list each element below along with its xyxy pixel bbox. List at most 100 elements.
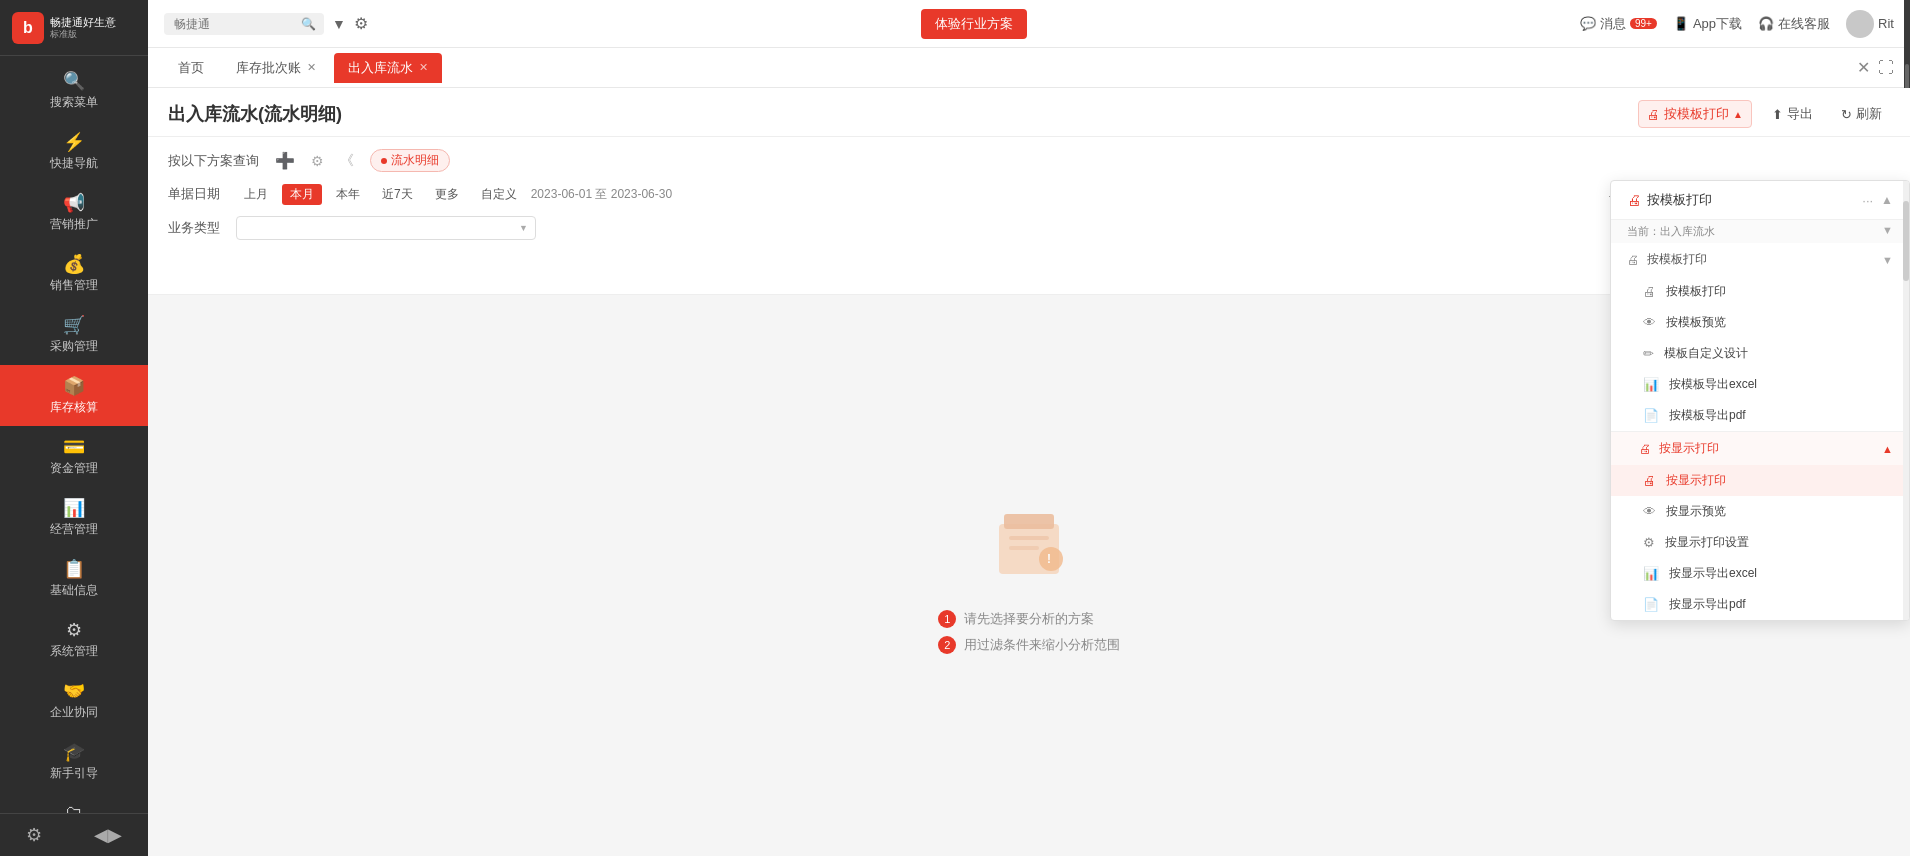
empty-illustration: ! [979, 494, 1079, 594]
template-print-item[interactable]: 🖨 按模板打印 [1611, 276, 1909, 307]
export-btn[interactable]: ⬆ 导出 [1764, 101, 1821, 127]
trial-btn[interactable]: 体验行业方案 [921, 9, 1027, 39]
settings-gear-icon[interactable]: ⚙ [26, 824, 42, 846]
filter-main-label: 按以下方案查询 [168, 152, 259, 170]
display-print-item[interactable]: 🖨 按显示打印 [1611, 465, 1909, 496]
filter-add-btn[interactable]: ➕ [275, 151, 295, 170]
tab-flow-close[interactable]: ✕ [419, 61, 428, 74]
business-type-select-wrap [236, 216, 536, 240]
window-maximize-icon[interactable]: ⛶ [1878, 59, 1894, 77]
topbar-search-input[interactable] [164, 13, 324, 35]
sidebar-item-system[interactable]: ⚙ 系统管理 [0, 609, 148, 670]
page-title: 出入库流水(流水明细) [168, 102, 342, 126]
template-print-section: 🖨 按模板打印 ▼ 🖨 按模板打印 👁 按模板预览 ✏ [1611, 243, 1909, 432]
topbar: 🔍 ▼ ⚙ 体验行业方案 💬 消息 99+ 📱 App下载 🎧 在线客服 [148, 0, 1910, 48]
app-download-label: App下载 [1693, 15, 1742, 33]
topbar-settings-icon[interactable]: ⚙ [354, 14, 368, 33]
sidebar-item-inventory[interactable]: 📦 库存核算 [0, 365, 148, 426]
sidebar-item-finance[interactable]: 💳 资金管理 [0, 426, 148, 487]
display-export-excel-item[interactable]: 📊 按显示导出excel [1611, 558, 1909, 589]
refresh-label: 刷新 [1856, 105, 1882, 123]
panel-header-actions: ··· ▲ [1862, 193, 1893, 208]
date-btn-last-month[interactable]: 上月 [236, 184, 276, 205]
refresh-btn[interactable]: ↻ 刷新 [1833, 101, 1890, 127]
business-type-select[interactable] [236, 216, 536, 240]
sidebar-item-appstore[interactable]: 🗂 应用中心 [0, 792, 148, 813]
panel-current-label: 当前：出入库流水 ▼ [1611, 220, 1909, 243]
sidebar-bottom: ⚙ ◀▶ [0, 813, 148, 856]
date-btn-this-month[interactable]: 本月 [282, 184, 322, 205]
empty-step-2: 2 用过滤条件来缩小分析范围 [938, 632, 1120, 658]
display-excel-label: 按显示导出excel [1669, 565, 1757, 582]
page-area: 出入库流水(流水明细) 🖨 按模板打印 ▲ ⬆ 导出 ↻ 刷新 [148, 88, 1910, 856]
template-export-excel-item[interactable]: 📊 按模板导出excel [1611, 369, 1909, 400]
tab-batch-account[interactable]: 库存批次账 ✕ [222, 53, 330, 83]
display-print-settings-item[interactable]: ⚙ 按显示打印设置 [1611, 527, 1909, 558]
template-export-pdf-item[interactable]: 📄 按模板导出pdf [1611, 400, 1909, 431]
display-export-pdf-item[interactable]: 📄 按显示导出pdf [1611, 589, 1909, 620]
display-section-title: 🖨 按显示打印 [1639, 440, 1719, 457]
sidebar-item-operations[interactable]: 📊 经营管理 [0, 487, 148, 548]
template-customize-item[interactable]: ✏ 模板自定义设计 [1611, 338, 1909, 369]
message-btn[interactable]: 💬 消息 99+ [1580, 15, 1657, 33]
preview-icon: 👁 [1643, 315, 1656, 330]
user-name: Rit [1878, 16, 1894, 31]
chevron-up-icon: ▲ [1733, 109, 1743, 120]
filter-row-1: 按以下方案查询 ➕ ⚙ 《 流水明细 [168, 149, 1890, 172]
collapse-icon[interactable]: ◀▶ [94, 824, 122, 846]
search-wrap: 🔍 [164, 13, 324, 35]
display-preview-item[interactable]: 👁 按显示预览 [1611, 496, 1909, 527]
tab-home[interactable]: 首页 [164, 53, 218, 83]
template-preview-item[interactable]: 👁 按模板预览 [1611, 307, 1909, 338]
display-section-header[interactable]: 🖨 按显示打印 ▲ [1611, 432, 1909, 465]
panel-scrollarea[interactable]: 当前：出入库流水 ▼ 🖨 按模板打印 ▼ 🖨 按模板打印 [1611, 220, 1909, 620]
filter-settings-icon[interactable]: ⚙ [311, 153, 324, 169]
date-btn-custom[interactable]: 自定义 [473, 184, 525, 205]
app-download-btn[interactable]: 📱 App下载 [1673, 15, 1742, 33]
sidebar-item-sales[interactable]: 💰 销售管理 [0, 243, 148, 304]
svg-point-4 [1039, 547, 1063, 571]
search-menu-icon: 🔍 [63, 70, 85, 92]
message-label: 消息 [1600, 15, 1626, 33]
date-label: 单据日期 [168, 185, 220, 203]
panel-more-icon[interactable]: ··· [1862, 193, 1873, 208]
date-btn-7days[interactable]: 近7天 [374, 184, 421, 205]
sidebar-item-basic[interactable]: 📋 基础信息 [0, 548, 148, 609]
current-prefix: 当前： [1627, 225, 1660, 237]
template-customize-label: 模板自定义设计 [1664, 345, 1748, 362]
sidebar-item-enterprise[interactable]: 🤝 企业协同 [0, 670, 148, 731]
tab-batch-close[interactable]: ✕ [307, 61, 316, 74]
app-logo-text: 畅捷通好生意 标准版 [50, 15, 116, 41]
sidebar-item-guide[interactable]: 🎓 新手引导 [0, 731, 148, 792]
template-section-header[interactable]: 🖨 按模板打印 ▼ [1611, 243, 1909, 276]
date-btn-this-year[interactable]: 本年 [328, 184, 368, 205]
step2-num: 2 [938, 636, 956, 654]
window-controls: ✕ ⛶ [1857, 58, 1894, 77]
window-close-icon[interactable]: ✕ [1857, 58, 1870, 77]
sidebar-item-search[interactable]: 🔍 搜索菜单 [0, 60, 148, 121]
sidebar-item-label: 搜索菜单 [50, 94, 98, 111]
online-service-btn[interactable]: 🎧 在线客服 [1758, 15, 1830, 33]
display-settings-label: 按显示打印设置 [1665, 534, 1749, 551]
display-pdf-label: 按显示导出pdf [1669, 596, 1746, 613]
filter-tag-active[interactable]: 流水明细 [370, 149, 450, 172]
user-profile[interactable]: Rit [1846, 10, 1894, 38]
refresh-icon: ↻ [1841, 107, 1852, 122]
date-btn-more[interactable]: 更多 [427, 184, 467, 205]
panel-scrollbar[interactable] [1903, 181, 1909, 620]
sidebar-item-purchase[interactable]: 🛒 采购管理 [0, 304, 148, 365]
filter-collapse-left-icon[interactable]: 《 [340, 152, 354, 170]
panel-collapse-icon[interactable]: ▲ [1881, 193, 1893, 207]
print-template-btn[interactable]: 🖨 按模板打印 ▲ [1638, 100, 1752, 128]
sidebar-item-marketing[interactable]: 📢 营销推广 [0, 182, 148, 243]
template-section-title: 🖨 按模板打印 [1627, 251, 1707, 268]
tab-in-out-flow[interactable]: 出入库流水 ✕ [334, 53, 442, 83]
topbar-dropdown-arrow[interactable]: ▼ [332, 16, 346, 32]
print-doc-icon: 🖨 [1643, 284, 1656, 299]
tab-flow-label: 出入库流水 [348, 59, 413, 77]
display-preview-label: 按显示预览 [1666, 503, 1726, 520]
current-chevron-icon[interactable]: ▼ [1882, 224, 1893, 236]
phone-icon: 📱 [1673, 16, 1689, 31]
template-printer-icon: 🖨 [1627, 253, 1639, 267]
sidebar-item-shortcut[interactable]: ⚡ 快捷导航 [0, 121, 148, 182]
